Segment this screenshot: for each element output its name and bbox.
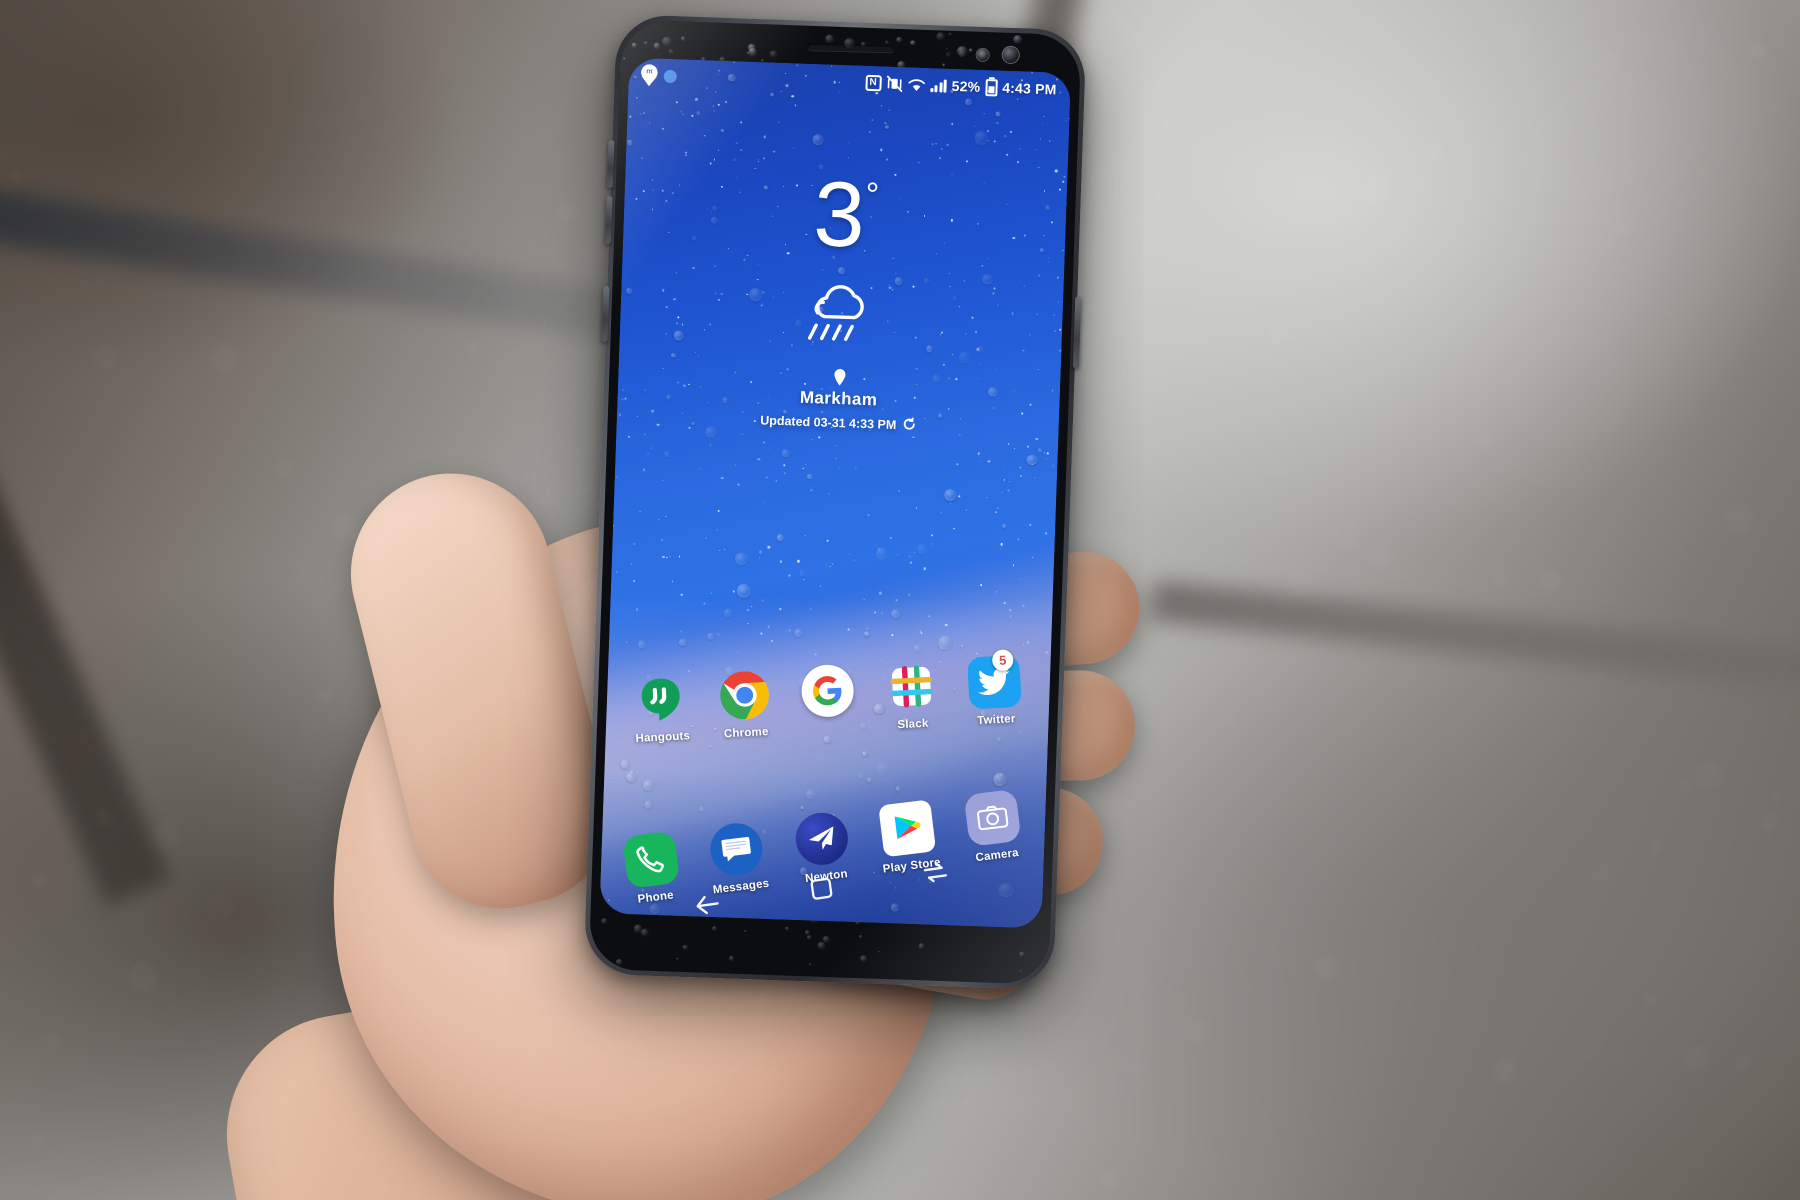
twitter-icon[interactable]: 5	[967, 649, 1022, 710]
battery-fill	[988, 85, 995, 93]
phone-bezel: m N 52% 4:43 PM 3 ° Markham Updated 03-3…	[588, 19, 1082, 985]
notification-led-icon	[945, 51, 951, 57]
volume-up-button[interactable]	[606, 139, 615, 189]
cellular-signal-icon	[929, 79, 947, 93]
slack-icon[interactable]	[884, 659, 939, 714]
vibrate-icon	[886, 75, 903, 93]
weather-widget[interactable]: 3 ° Markham Updated 03-31 4:33 PM	[617, 163, 1068, 438]
front-camera-icon	[1002, 46, 1019, 64]
google-icon[interactable]	[800, 663, 855, 719]
home-button[interactable]	[798, 869, 844, 909]
app-hangouts[interactable]: Hangouts	[622, 672, 702, 746]
status-bar-system-icons[interactable]: N 52% 4:43 PM	[864, 74, 1057, 98]
volume-down-button[interactable]	[604, 195, 613, 245]
wifi-icon	[907, 78, 925, 92]
weather-condition-rain-icon	[619, 268, 1063, 359]
battery-percent-label: 52%	[951, 77, 981, 95]
back-button[interactable]	[684, 885, 730, 925]
nfc-icon: N	[864, 74, 882, 92]
map-pin-notification-icon[interactable]: m	[640, 64, 658, 87]
temperature-value: 3	[811, 163, 865, 267]
iris-scanner-icon	[976, 48, 989, 62]
bixby-button[interactable]	[601, 285, 610, 342]
weather-updated-label: Updated 03-31 4:33 PM	[759, 412, 897, 432]
blue-dot-notification-icon[interactable]	[663, 69, 677, 83]
refresh-icon[interactable]	[902, 416, 916, 433]
phone-device: m N 52% 4:43 PM 3 ° Markham Updated 03-3…	[583, 14, 1087, 990]
app-slack[interactable]: Slack	[872, 659, 952, 733]
chrome-icon[interactable]	[717, 668, 772, 723]
battery-icon	[984, 78, 998, 96]
temperature-display: 3 °	[811, 163, 878, 267]
phone-icon[interactable]	[622, 830, 681, 889]
clock-label: 4:43 PM	[1001, 79, 1057, 98]
phone-screen[interactable]: m N 52% 4:43 PM 3 ° Markham Updated 03-3…	[599, 57, 1072, 929]
scene-root: m N 52% 4:43 PM 3 ° Markham Updated 03-3…	[0, 0, 1800, 1200]
app-chrome[interactable]: Chrome	[705, 667, 785, 741]
app-google[interactable]: Google	[788, 663, 868, 737]
degree-symbol: °	[864, 175, 878, 215]
hangouts-icon[interactable]	[634, 672, 689, 727]
recents-button[interactable]	[913, 853, 959, 893]
app-twitter[interactable]: 5 Twitter	[955, 649, 1035, 728]
status-bar[interactable]: m N 52% 4:43 PM	[628, 58, 1071, 107]
status-bar-notifications[interactable]: m	[640, 64, 677, 87]
